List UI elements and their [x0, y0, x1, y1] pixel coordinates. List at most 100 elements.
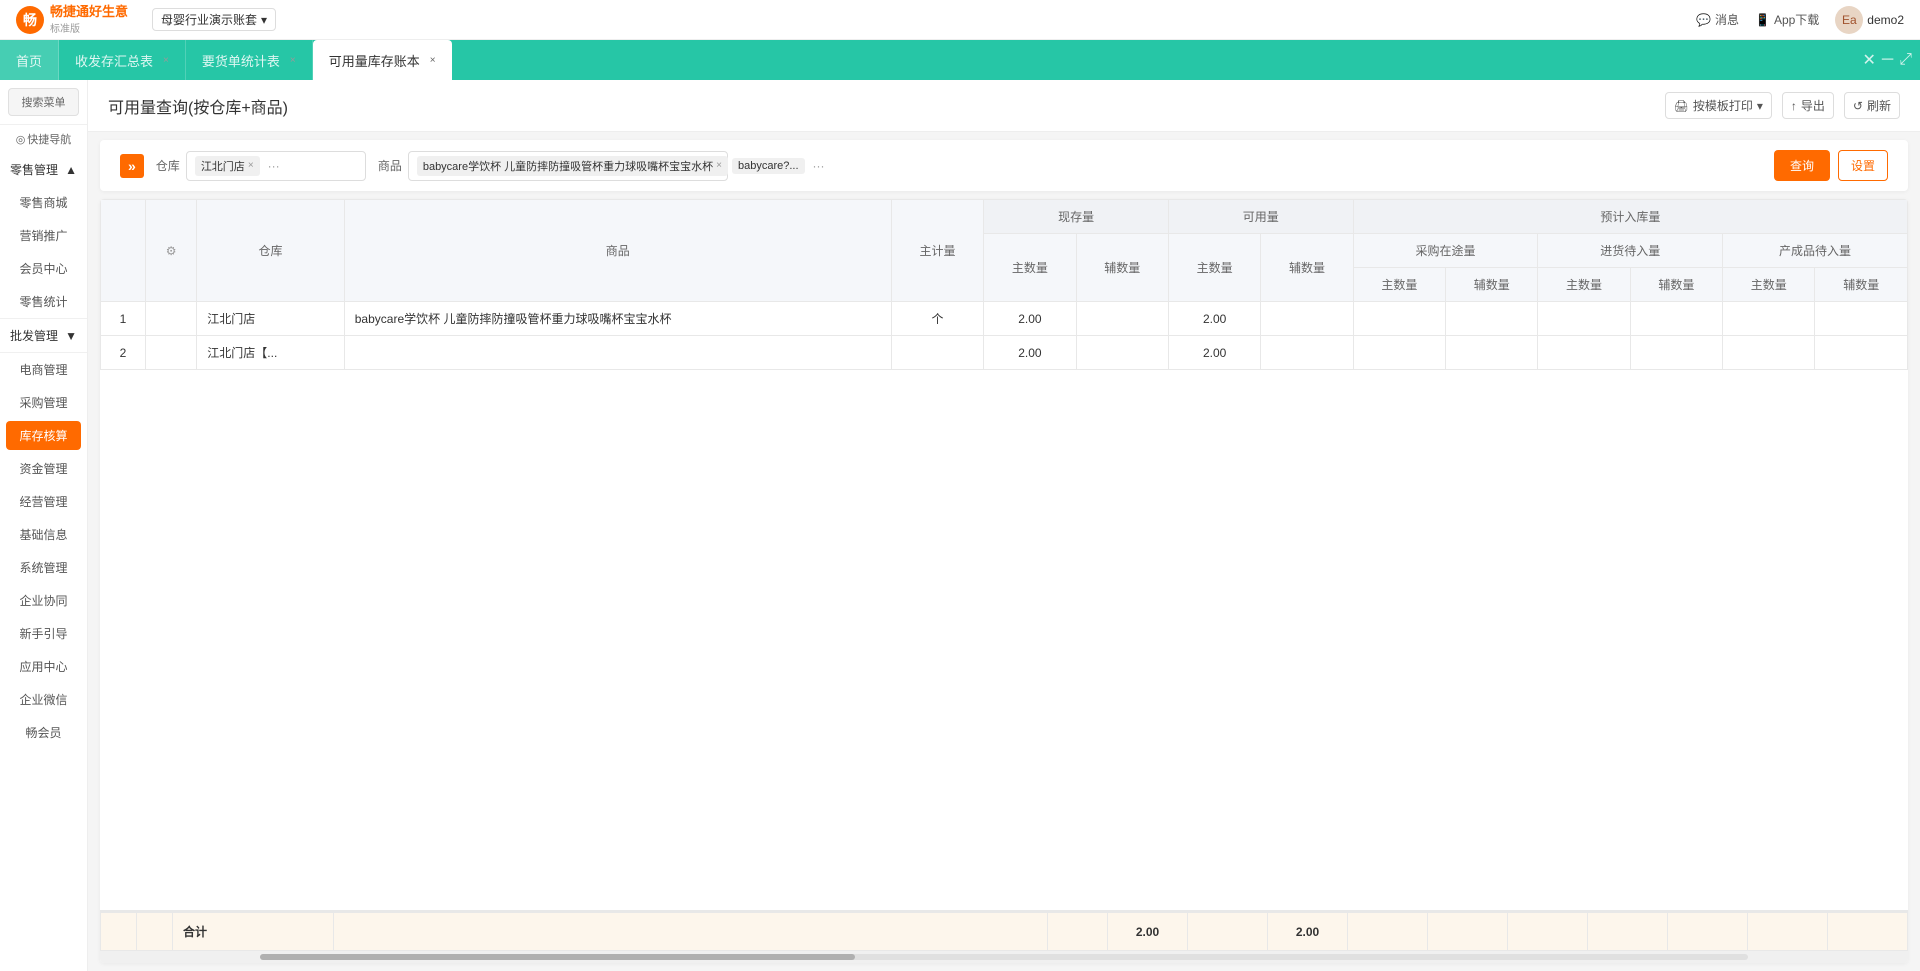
sidebar-item-enterprise-wx[interactable]: 企业微信	[0, 683, 87, 716]
query-btn[interactable]: 查询	[1774, 150, 1830, 181]
nav-spacer	[452, 40, 1855, 80]
row1-no: 1	[101, 302, 146, 336]
refresh-btn[interactable]: ↺ 刷新	[1844, 92, 1900, 119]
export-btn[interactable]: ↑ 导出	[1782, 92, 1834, 119]
warehouse-input[interactable]: 江北门店 × ···	[186, 151, 366, 181]
page-header: 可用量查询(按仓库+商品) 🖨 按模板打印 ▾ ↑ 导出 ↺ 刷新	[88, 80, 1920, 132]
sidebar-item-retail-mall[interactable]: 零售商城	[0, 186, 87, 219]
sidebar-item-member-center[interactable]: 会员中心	[0, 252, 87, 285]
col-forecast-group: 预计入库量	[1353, 200, 1907, 234]
table-area: ⚙ 仓库 商品 主计量 现存量 可用量 预计入库量 主数量 辅数量 主数量	[100, 199, 1908, 963]
col-incoming-pending: 进货待入量	[1538, 234, 1723, 268]
table-row: 1 江北门店 babycare学饮杯 儿童防摔防撞吸管杯重力球吸嘴杯宝宝水杯 个…	[101, 302, 1908, 336]
top-bar: 畅 畅捷通好生意 标准版 母婴行业演示账套 ▾ 💬 消息 📱 App下载 Ea …	[0, 0, 1920, 40]
scrollbar-thumb[interactable]	[260, 954, 855, 960]
row1-warehouse: 江北门店	[197, 302, 344, 336]
export-icon: ↑	[1791, 99, 1797, 113]
avatar: Ea	[1835, 6, 1863, 34]
search-menu-btn[interactable]: 搜索菜单	[8, 88, 79, 116]
expand-icon[interactable]: ⤢	[1899, 51, 1912, 69]
close-icon[interactable]: ×	[163, 55, 169, 66]
app-download-btn[interactable]: 📱 App下载	[1755, 11, 1819, 28]
setting-btn[interactable]: 设置	[1838, 150, 1888, 181]
row2-gear	[145, 336, 196, 370]
scrollbar-track	[260, 954, 1748, 960]
printer-icon: 🖨	[1674, 99, 1689, 113]
close-icon[interactable]: ×	[430, 55, 436, 66]
sidebar-item-basic-info[interactable]: 基础信息	[0, 518, 87, 551]
row2-avail-aux	[1261, 336, 1353, 370]
phone-icon: 📱	[1755, 13, 1770, 27]
sidebar-search-area: 搜索菜单	[0, 80, 87, 125]
row1-pur-main	[1353, 302, 1445, 336]
user-name: demo2	[1867, 13, 1904, 27]
row1-prod-aux	[1815, 302, 1908, 336]
sidebar-item-new-guide[interactable]: 新手引导	[0, 617, 87, 650]
col-purchase-in-aux: 辅数量	[1446, 268, 1538, 302]
sidebar-section-wholesale-header[interactable]: 批发管理 ▼	[0, 319, 87, 352]
sidebar-section-retail-header[interactable]: 零售管理 ▲	[0, 153, 87, 186]
sidebar-item-operations[interactable]: 经营管理	[0, 485, 87, 518]
row1-avail-aux	[1261, 302, 1353, 336]
window-controls: ✕ ─ ⤢	[1854, 40, 1920, 80]
sidebar-item-purchase[interactable]: 采购管理	[0, 386, 87, 419]
minimize-icon[interactable]: ─	[1882, 51, 1893, 69]
quick-nav-btn[interactable]: ◎ 快捷导航	[0, 125, 87, 153]
logo-text: 畅捷通好生意	[50, 4, 128, 20]
template-print-btn[interactable]: 🖨 按模板打印 ▾	[1665, 92, 1772, 119]
sidebar-item-app-center[interactable]: 应用中心	[0, 650, 87, 683]
sidebar-item-member[interactable]: 畅会员	[0, 716, 87, 749]
tab-inventory[interactable]: 可用量库存账本 ×	[313, 40, 452, 80]
industry-selector[interactable]: 母婴行业演示账套 ▾	[152, 8, 276, 31]
row1-avail-main: 2.00	[1168, 302, 1260, 336]
col-avail-aux: 辅数量	[1261, 234, 1353, 302]
row1-gear	[145, 302, 196, 336]
col-warehouse: 仓库	[197, 200, 344, 302]
row2-inc-aux	[1630, 336, 1722, 370]
sidebar-item-marketing[interactable]: 营销推广	[0, 219, 87, 252]
row2-warehouse: 江北门店【...	[197, 336, 344, 370]
tab-collection[interactable]: 收发存汇总表 ×	[59, 40, 186, 80]
more-options-icon[interactable]: ···	[264, 159, 284, 173]
row2-pur-aux	[1446, 336, 1538, 370]
filter-toggle-btn[interactable]: »	[120, 154, 144, 178]
sidebar-item-finance[interactable]: 资金管理	[0, 452, 87, 485]
product-input[interactable]: babycare学饮杯 儿童防摔防撞吸管杯重力球吸嘴杯宝宝水杯 × babyca…	[408, 151, 728, 181]
logo-area: 畅 畅捷通好生意 标准版	[16, 4, 128, 35]
sidebar-item-system[interactable]: 系统管理	[0, 551, 87, 584]
col-purchase-in-main: 主数量	[1353, 268, 1445, 302]
row1-prod-main	[1723, 302, 1815, 336]
sidebar-item-enterprise-coop[interactable]: 企业协同	[0, 584, 87, 617]
main-layout: 搜索菜单 ◎ 快捷导航 零售管理 ▲ 零售商城 营销推广 会员中心 零售统计	[0, 80, 1920, 971]
more-options-icon[interactable]: ···	[809, 159, 829, 173]
logo-text-area: 畅捷通好生意 标准版	[50, 4, 128, 35]
remove-warehouse-icon[interactable]: ×	[248, 160, 254, 171]
footer-stock-main: 2.00	[1108, 913, 1188, 951]
remove-product-1-icon[interactable]: ×	[716, 160, 722, 171]
top-bar-right: 💬 消息 📱 App下载 Ea demo2	[1696, 6, 1904, 34]
home-tab[interactable]: 首页	[0, 40, 59, 80]
tab-demand[interactable]: 要货单统计表 ×	[186, 40, 313, 80]
footer-label: 合计	[173, 913, 334, 951]
refresh-icon: ↺	[1853, 99, 1863, 113]
row1-product: babycare学饮杯 儿童防摔防撞吸管杯重力球吸嘴杯宝宝水杯	[344, 302, 891, 336]
product-tag-2: babycare?...	[732, 158, 805, 174]
chevron-down-icon: ▼	[65, 329, 77, 343]
sidebar-section-retail: 零售管理 ▲ 零售商城 营销推广 会员中心 零售统计	[0, 153, 87, 319]
col-stock-aux: 辅数量	[1076, 234, 1168, 302]
row1-stock-main: 2.00	[984, 302, 1076, 336]
sidebar-item-inventory-check[interactable]: 库存核算	[6, 421, 81, 450]
message-btn[interactable]: 💬 消息	[1696, 11, 1739, 28]
user-area[interactable]: Ea demo2	[1835, 6, 1904, 34]
sidebar-item-retail-stats[interactable]: 零售统计	[0, 285, 87, 318]
horizontal-scrollbar[interactable]	[100, 951, 1908, 963]
row2-no: 2	[101, 336, 146, 370]
close-tab-icon[interactable]: ✕	[1862, 50, 1875, 70]
sidebar-item-ecommerce[interactable]: 电商管理	[0, 353, 87, 386]
table-wrap[interactable]: ⚙ 仓库 商品 主计量 现存量 可用量 预计入库量 主数量 辅数量 主数量	[100, 199, 1908, 910]
chevron-down-icon: ▾	[261, 13, 267, 27]
row2-unit	[891, 336, 983, 370]
close-icon[interactable]: ×	[290, 55, 296, 66]
chevron-down-icon: ▾	[1757, 99, 1763, 113]
col-purchase-transit: 采购在途量	[1353, 234, 1538, 268]
